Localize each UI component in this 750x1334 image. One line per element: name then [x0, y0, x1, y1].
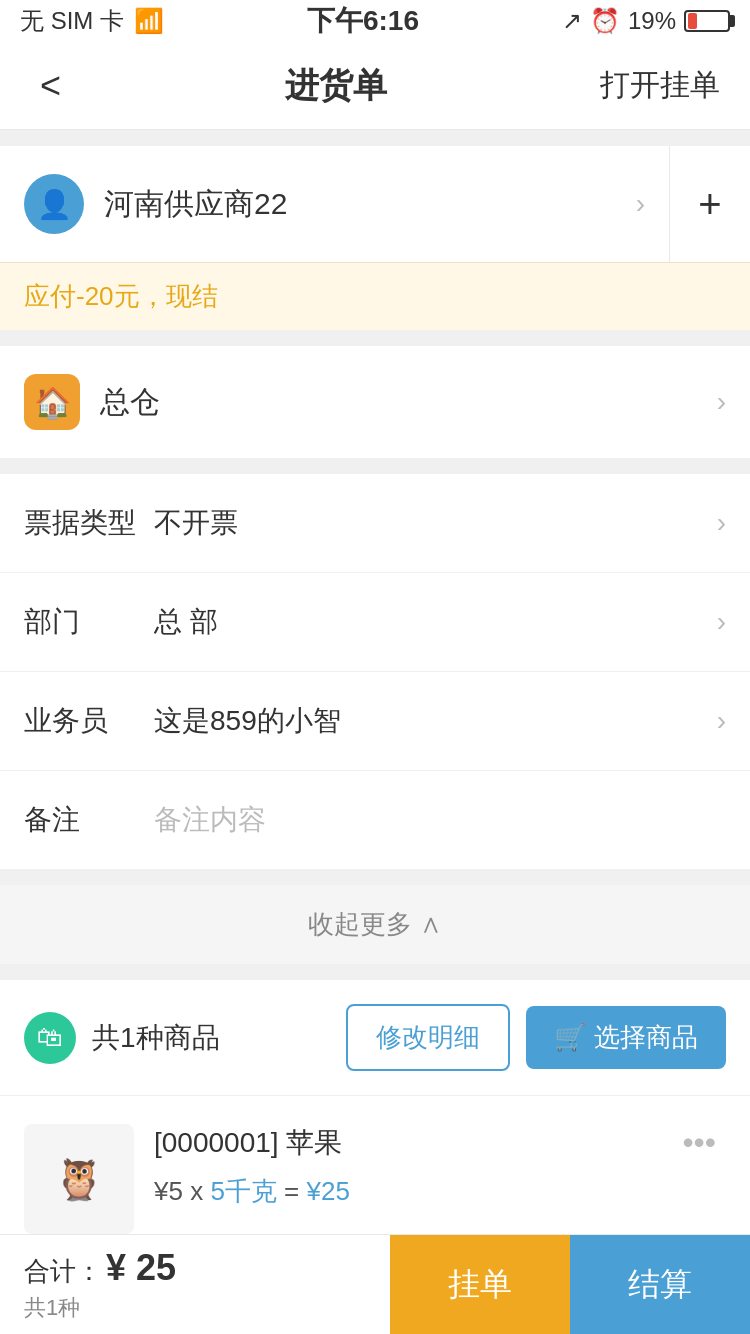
owl-icon: 🦉 — [54, 1156, 104, 1203]
supplier-avatar-icon: 👤 — [37, 188, 72, 221]
sales-rep-chevron-icon: › — [717, 705, 726, 737]
add-supplier-button[interactable]: + — [670, 146, 750, 262]
note-input[interactable]: 备注内容 — [154, 801, 726, 839]
product-price-line: ¥5 x 5千克 = ¥25 — [154, 1174, 672, 1209]
sales-rep-value: 这是859的小智 — [154, 702, 717, 740]
department-label: 部门 — [24, 603, 144, 641]
equals-sign: = — [277, 1176, 307, 1206]
main-content: 👤 河南供应商22 › + 应付-20元，现结 🏠 总仓 › 票据类型 不开票 … — [0, 130, 750, 1334]
location-icon: ↗ — [562, 7, 582, 35]
product-title: 苹果 — [286, 1127, 342, 1158]
edit-detail-button[interactable]: 修改明细 — [346, 1004, 510, 1071]
carrier-label: 无 SIM 卡 — [20, 5, 124, 37]
select-product-label: 选择商品 — [594, 1020, 698, 1055]
supplier-name: 河南供应商22 — [104, 184, 636, 225]
invoice-chevron-icon: › — [717, 507, 726, 539]
product-thumbnail: 🦉 — [24, 1124, 134, 1234]
supplier-alert: 应付-20元，现结 — [0, 262, 750, 330]
open-pending-button[interactable]: 打开挂单 — [600, 65, 720, 106]
note-row[interactable]: 备注 备注内容 — [0, 771, 750, 869]
quantity: 5千克 — [210, 1176, 276, 1206]
status-right: ↗ ⏰ 19% — [562, 7, 730, 35]
page-title: 进货单 — [285, 63, 387, 109]
sales-rep-row[interactable]: 业务员 这是859的小智 › — [0, 672, 750, 771]
invoice-type-row[interactable]: 票据类型 不开票 › — [0, 474, 750, 573]
battery-icon — [684, 10, 730, 32]
product-header: 🛍 共1种商品 修改明细 🛒 选择商品 — [0, 980, 750, 1096]
department-value: 总 部 — [154, 603, 717, 641]
product-code: [0000001] — [154, 1127, 286, 1158]
pending-button[interactable]: 挂单 — [390, 1235, 570, 1334]
collapse-button[interactable]: 收起更多 ∧ — [0, 885, 750, 964]
product-name: [0000001] 苹果 — [154, 1124, 672, 1162]
bottom-bar: 合计： ¥ 25 共1种 挂单 结算 — [0, 1234, 750, 1334]
warehouse-house-icon: 🏠 — [34, 385, 71, 420]
product-info: [0000001] 苹果 ¥5 x 5千克 = ¥25 — [154, 1124, 672, 1209]
warehouse-selector[interactable]: 🏠 总仓 › — [0, 346, 750, 458]
department-chevron-icon: › — [717, 606, 726, 638]
supplier-section: 👤 河南供应商22 › + — [0, 146, 750, 262]
line-total: ¥25 — [306, 1176, 349, 1206]
total-label: 合计： — [24, 1254, 102, 1289]
product-header-icon: 🛍 — [24, 1012, 76, 1064]
status-time: 下午6:16 — [307, 2, 419, 40]
supplier-chevron-icon: › — [636, 188, 645, 220]
unit-price: ¥5 x — [154, 1176, 210, 1206]
item-count: 共1种 — [24, 1293, 366, 1323]
checkout-button[interactable]: 结算 — [570, 1235, 750, 1334]
nav-bar: < 进货单 打开挂单 — [0, 42, 750, 130]
note-label: 备注 — [24, 801, 144, 839]
form-section: 票据类型 不开票 › 部门 总 部 › 业务员 这是859的小智 › 备注 备注… — [0, 474, 750, 869]
supplier-selector[interactable]: 👤 河南供应商22 › — [0, 146, 670, 262]
total-section: 合计： ¥ 25 共1种 — [0, 1235, 390, 1334]
wifi-icon: 📶 — [134, 7, 164, 35]
status-bar: 无 SIM 卡 📶 下午6:16 ↗ ⏰ 19% — [0, 0, 750, 42]
invoice-type-label: 票据类型 — [24, 504, 144, 542]
supplier-avatar: 👤 — [24, 174, 84, 234]
warehouse-chevron-icon: › — [717, 386, 726, 418]
status-left: 无 SIM 卡 📶 — [20, 5, 164, 37]
sales-rep-label: 业务员 — [24, 702, 144, 740]
cart-icon: 🛒 — [554, 1022, 586, 1053]
back-button[interactable]: < — [30, 55, 71, 117]
battery-percentage: 19% — [628, 7, 676, 35]
product-more-button[interactable]: ••• — [672, 1124, 726, 1161]
spacer-1 — [0, 130, 750, 146]
product-section: 🛍 共1种商品 修改明细 🛒 选择商品 🦉 [0000001] 苹果 ¥5 x … — [0, 980, 750, 1262]
alarm-icon: ⏰ — [590, 7, 620, 35]
department-row[interactable]: 部门 总 部 › — [0, 573, 750, 672]
product-count: 共1种商品 — [92, 1019, 346, 1057]
select-product-button[interactable]: 🛒 选择商品 — [526, 1006, 726, 1069]
total-value: ¥ 25 — [106, 1247, 176, 1289]
warehouse-icon: 🏠 — [24, 374, 80, 430]
invoice-type-value: 不开票 — [154, 504, 717, 542]
bag-icon: 🛍 — [37, 1022, 63, 1053]
warehouse-name: 总仓 — [100, 382, 717, 423]
